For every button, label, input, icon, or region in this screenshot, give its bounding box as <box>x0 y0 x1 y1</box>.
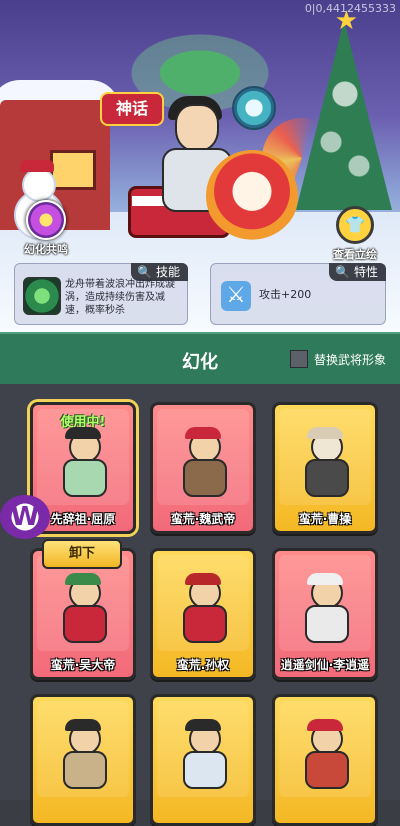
character-portrait <box>299 573 351 643</box>
char-body <box>305 605 349 643</box>
skill-panel: 🔍 技能 龙舟带着波浪冲出炸成漩涡，造成持续伤害及减速，概率秒杀 <box>14 263 188 325</box>
character-portrait <box>57 573 109 643</box>
search-icon: 🔍 <box>335 265 350 279</box>
character-portrait <box>177 719 229 789</box>
checkbox[interactable] <box>289 350 308 368</box>
w-logo-icon[interactable]: W <box>0 495 50 539</box>
search-icon: 🔍 <box>137 265 152 279</box>
char-body <box>63 605 107 643</box>
char-hat <box>307 719 343 731</box>
char-body <box>63 751 107 789</box>
char-hat <box>307 427 343 439</box>
char-hair <box>185 719 221 731</box>
skill-description: 龙舟带着波浪冲出炸成漩涡，造成持续伤害及减速，概率秒杀 <box>65 279 175 316</box>
char-body <box>63 459 107 497</box>
unequip-button[interactable]: 卸下 <box>42 539 122 569</box>
trait-tag-label: 特性 <box>353 265 378 279</box>
char-hat <box>185 427 221 439</box>
view-artwork-label: 查看立绘 <box>333 248 377 261</box>
trait-description: 攻击+200 <box>259 288 312 301</box>
character-portrait <box>57 427 109 497</box>
skin-grid: 使用中! 先辞祖·屈原 蛮荒·魏武帝 蛮荒·曹操 蛮荒·吴大帝 蛮荒.孙权 逍遥… <box>0 384 400 826</box>
skin-name: 逍遥剑仙·李逍遥 <box>280 658 370 672</box>
lion-dance-figure <box>206 150 298 242</box>
char-hair <box>65 719 101 731</box>
trait-panel: 🔍 特性 ⚔ 攻击+200 <box>210 263 386 325</box>
skin-name: 蛮荒·吴大帝 <box>50 658 116 672</box>
char-body <box>183 751 227 789</box>
character-portrait <box>57 719 109 789</box>
character-portrait <box>177 427 229 497</box>
dragon-skill-icon <box>23 277 61 315</box>
hero-showcase-scene: ★ 神话 0|0,4412455333 幻化共鸣 👕 查看立绘 🔍 技能 龙舟带着… <box>0 0 400 332</box>
skin-card[interactable]: 蛮荒.孙权 <box>150 548 256 680</box>
snowman-head <box>22 168 56 202</box>
char-hat <box>185 573 221 585</box>
character-portrait <box>299 427 351 497</box>
char-body <box>183 605 227 643</box>
character-portrait <box>177 573 229 643</box>
char-hat <box>65 573 101 585</box>
char-body <box>183 459 227 497</box>
char-body <box>305 751 349 789</box>
skin-name: 蛮荒.孙权 <box>176 658 230 672</box>
skin-card[interactable] <box>272 694 378 826</box>
trait-tag[interactable]: 🔍 特性 <box>329 263 386 281</box>
potion-icon <box>26 200 66 240</box>
char-hair <box>307 573 343 585</box>
replace-appearance-toggle[interactable]: 替换武将形象 <box>289 350 386 368</box>
fusion-resonance-label: 幻化共鸣 <box>24 243 68 256</box>
view-artwork-button[interactable]: 👕 查看立绘 <box>324 206 386 262</box>
shirt-icon: 👕 <box>336 206 374 244</box>
char-body <box>305 459 349 497</box>
skin-card[interactable]: 逍遥剑仙·李逍遥 <box>272 548 378 680</box>
house-window <box>50 150 96 190</box>
sword-icon: ⚔ <box>221 281 251 311</box>
replace-appearance-label: 替换武将形象 <box>313 352 386 367</box>
skin-card[interactable]: 蛮荒·魏武帝 <box>150 402 256 534</box>
skin-card[interactable]: 蛮荒·曹操 <box>272 402 378 534</box>
character-portrait <box>299 719 351 789</box>
coordinate-readout: 0|0,4412455333 <box>304 2 396 15</box>
snowman-hat <box>20 160 54 172</box>
hero-head <box>175 104 219 152</box>
skin-name: 蛮荒·魏武帝 <box>170 512 236 526</box>
skill-tag-label: 技能 <box>155 265 180 279</box>
char-hair <box>65 427 101 439</box>
skin-card[interactable] <box>150 694 256 826</box>
skin-name: 蛮荒·曹操 <box>298 512 352 526</box>
myth-sign: 神话 <box>100 92 164 126</box>
skin-card[interactable] <box>30 694 136 826</box>
transform-header: 幻化 替换武将形象 <box>0 332 400 386</box>
fusion-resonance-button[interactable]: 幻化共鸣 <box>16 200 76 257</box>
